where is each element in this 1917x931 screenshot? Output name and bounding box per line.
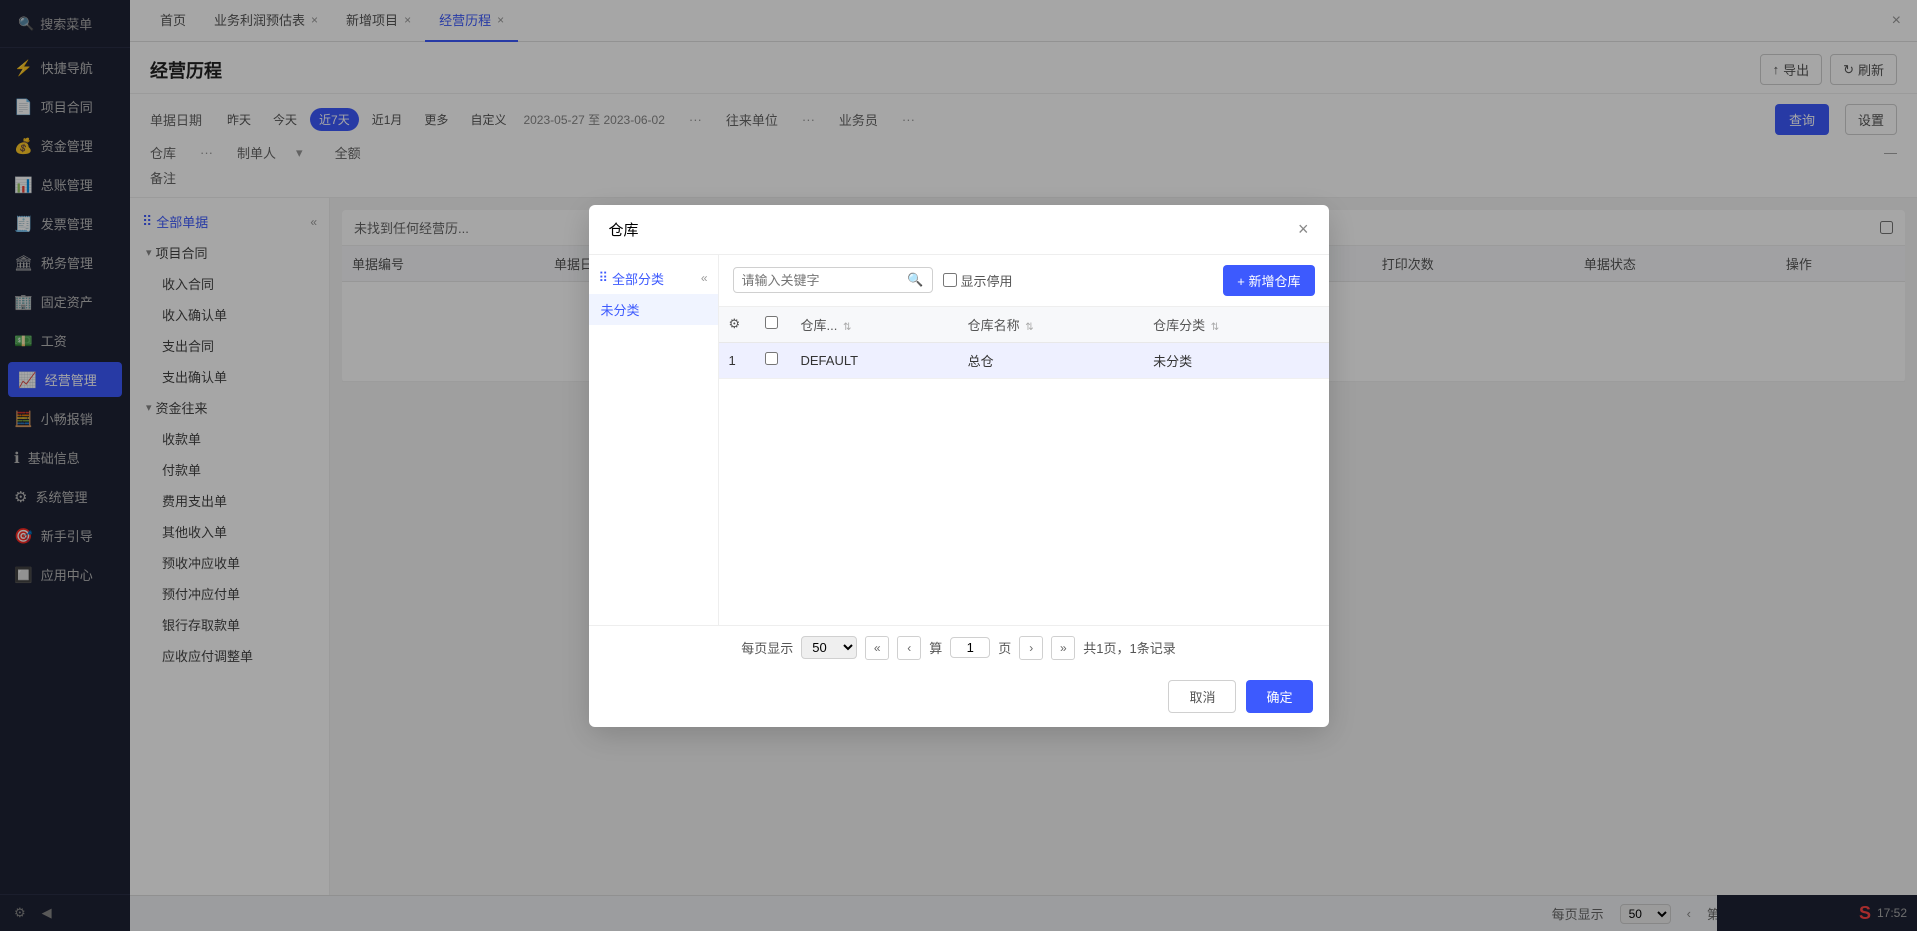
row-category: 未分类 [1143,342,1328,378]
dialog-search-input[interactable] [742,273,908,288]
dialog-table-header-row: ⚙ 仓库... ⇅ 仓库名称 ⇅ [719,307,1329,343]
dialog-left-panel: ⠿ 全部分类 « 未分类 [589,255,719,625]
dialog-page-size-label: 每页显示 [741,638,793,657]
dialog-cancel-button[interactable]: 取消 [1168,680,1236,713]
dialog-close-icon[interactable]: × [1298,219,1309,240]
dialog-table-row[interactable]: 1 DEFAULT 总仓 未分类 [719,342,1329,378]
dialog-page-num-input[interactable] [950,637,990,658]
th-wh-name-label: 仓库名称 [968,318,1020,333]
row-id: 1 [719,342,755,378]
th-wh-category: 仓库分类 ⇅ [1143,307,1328,343]
sort-icon-category[interactable]: ⇅ [1211,322,1219,333]
dialog-table-wrap: ⚙ 仓库... ⇅ 仓库名称 ⇅ [719,307,1329,625]
th-wh-category-label: 仓库分类 [1153,318,1205,333]
row-checkbox[interactable] [755,342,791,378]
show-disabled-checkbox[interactable] [943,273,957,287]
sort-icon-name[interactable]: ⇅ [1025,322,1033,333]
dialog-toolbar: 🔍 显示停用 + 新增仓库 [719,255,1329,307]
dialog-category-list: 未分类 [589,294,718,617]
dialog-page-label: 算 [929,638,942,657]
dialog-footer: 每页显示 50 100 « ‹ 算 页 › » 共1页，1条记录 [589,625,1329,670]
show-disabled-label: 显示停用 [961,271,1013,290]
dialog-page-suffix: 页 [998,638,1011,657]
dialog-left-collapse-icon[interactable]: « [701,271,708,285]
dialog-next-page-button[interactable]: › [1019,636,1043,660]
sort-icon-code[interactable]: ⇅ [843,322,851,333]
warehouse-dialog: 仓库 × ⠿ 全部分类 « 未分类 🔍 显示停用 [589,205,1329,727]
dialog-body: ⠿ 全部分类 « 未分类 🔍 显示停用 + 新增仓库 [589,255,1329,625]
dialog-select-all-checkbox[interactable] [765,316,778,329]
dialog-all-category-label: 全部分类 [612,269,664,288]
dialog-table: ⚙ 仓库... ⇅ 仓库名称 ⇅ [719,307,1329,379]
dialog-left-header[interactable]: ⠿ 全部分类 « [589,263,718,294]
dialog-category-unclassified[interactable]: 未分类 [589,294,718,325]
dialog-prev-page-button[interactable]: ‹ [897,636,921,660]
dialog-pagination: 每页显示 50 100 « ‹ 算 页 › » 共1页，1条记录 [605,636,1313,660]
row-select-checkbox[interactable] [765,352,778,365]
dialog-total: 共1页，1条记录 [1083,638,1175,657]
dialog-search-wrap[interactable]: 🔍 [733,267,933,293]
dialog-last-page-button[interactable]: » [1051,636,1075,660]
th-settings[interactable]: ⚙ [719,307,755,343]
th-wh-code: 仓库... ⇅ [791,307,958,343]
dialog-actions: 取消 确定 [589,670,1329,727]
dialog-page-size-select[interactable]: 50 100 [801,636,857,659]
search-icon: 🔍 [907,272,923,288]
show-disabled-wrap: 显示停用 [943,271,1013,290]
grid-icon2: ⠿ [599,270,609,286]
add-warehouse-label: + 新增仓库 [1237,271,1300,290]
row-code: DEFAULT [791,342,958,378]
th-wh-name: 仓库名称 ⇅ [958,307,1143,343]
dialog-title: 仓库 [609,219,639,240]
th-wh-code-label: 仓库... [801,318,838,333]
dialog-right-panel: 🔍 显示停用 + 新增仓库 ⚙ [719,255,1329,625]
th-checkbox [755,307,791,343]
row-name: 总仓 [958,342,1143,378]
dialog-confirm-button[interactable]: 确定 [1246,680,1312,713]
add-warehouse-button[interactable]: + 新增仓库 [1223,265,1314,296]
dialog-first-page-button[interactable]: « [865,636,889,660]
dialog-header: 仓库 × [589,205,1329,255]
